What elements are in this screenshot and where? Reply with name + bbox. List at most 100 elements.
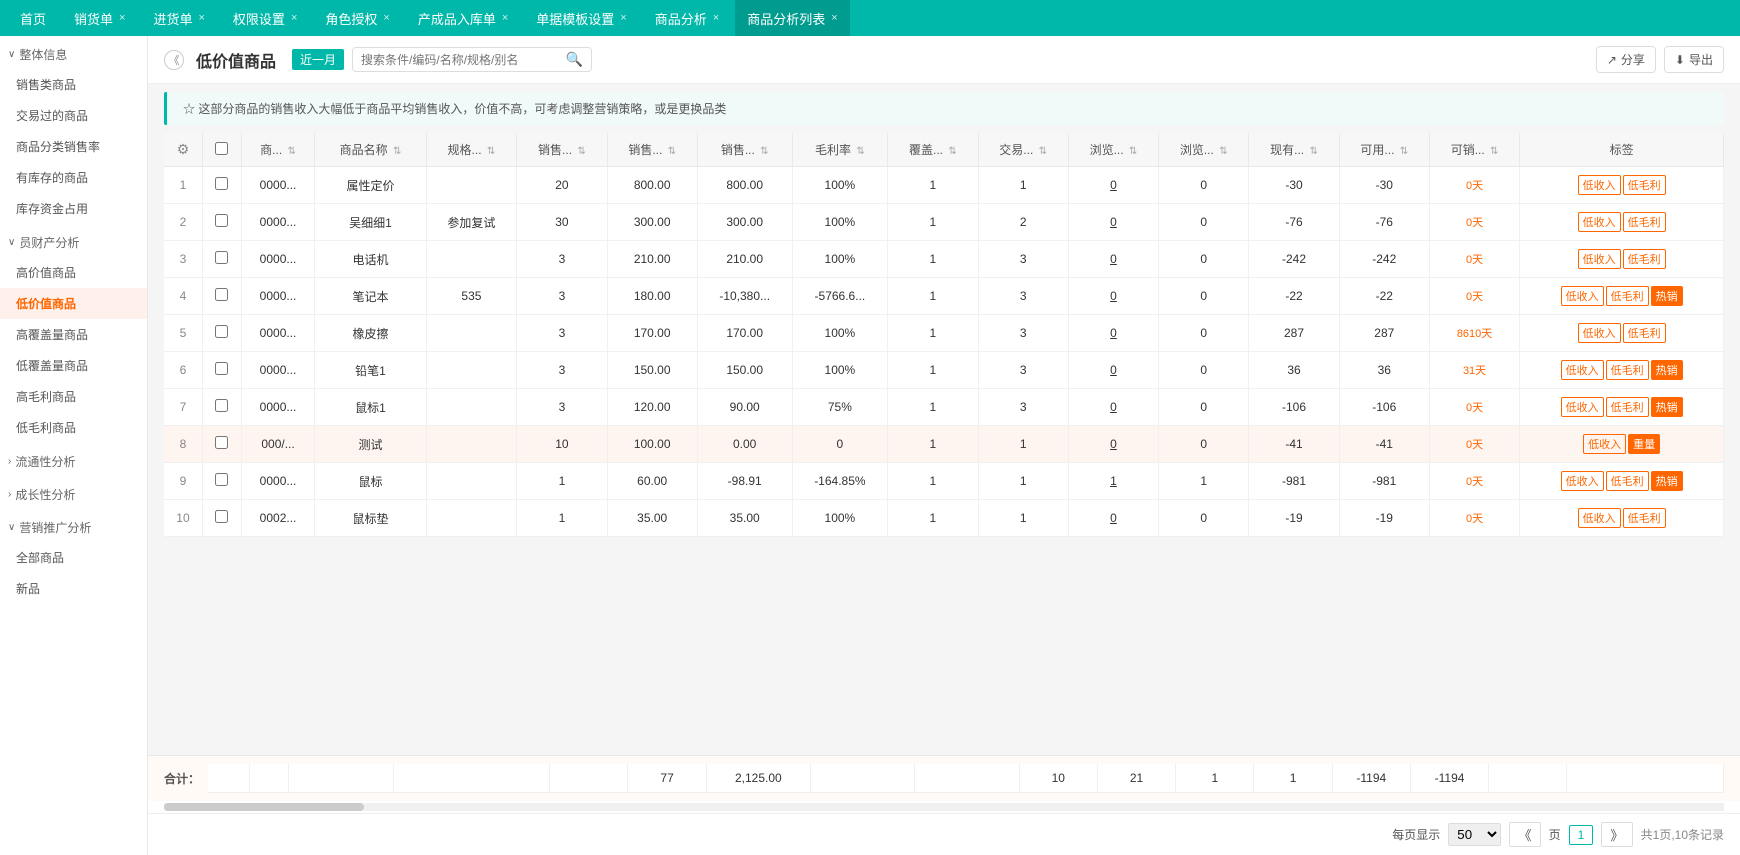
sort-icon[interactable]: ⇅	[577, 146, 585, 157]
col-gear[interactable]: ⚙	[164, 133, 202, 167]
sort-icon[interactable]: ⇅	[393, 146, 401, 157]
row-checkbox[interactable]	[215, 399, 228, 412]
browse-count1[interactable]: 0	[1068, 315, 1158, 352]
row-checkbox[interactable]	[215, 510, 228, 523]
col-gross: 毛利率 ⇅	[792, 133, 888, 167]
filter-tag-recent-month[interactable]: 近一月	[292, 49, 344, 70]
sidebar-item-new-products[interactable]: 新品	[0, 573, 147, 604]
row-checkbox-cell	[202, 315, 241, 352]
sale-qty: 1	[517, 500, 607, 537]
sort-icon[interactable]: ⇅	[856, 146, 864, 157]
select-all-checkbox[interactable]	[215, 142, 228, 155]
sidebar-item-all-products[interactable]: 全部商品	[0, 542, 147, 573]
table-row: 60000...铅笔13150.00150.00100%1300363631天低…	[164, 352, 1724, 389]
nav-home[interactable]: 首页	[8, 0, 58, 36]
nav-purchase-order[interactable]: 进货单 ×	[141, 0, 216, 36]
sidebar-item-high-margin[interactable]: 高毛利商品	[0, 381, 147, 412]
gear-icon[interactable]: ⚙	[177, 141, 190, 157]
sort-icon[interactable]: ⇅	[1490, 146, 1498, 157]
sort-icon[interactable]: ⇅	[1219, 146, 1227, 157]
row-checkbox[interactable]	[215, 473, 228, 486]
browse-count1[interactable]: 0	[1068, 278, 1158, 315]
sidebar-item-stock-capital[interactable]: 库存资金占用	[0, 193, 147, 224]
nav-product-storage[interactable]: 产成品入库单 ×	[406, 0, 520, 36]
saleable-days: 0天	[1429, 241, 1519, 278]
sidebar-section-growth[interactable]: › 成长性分析	[0, 476, 147, 509]
row-checkbox[interactable]	[215, 214, 228, 227]
nav-permissions[interactable]: 权限设置 ×	[221, 0, 309, 36]
page-size-select[interactable]: 50 100	[1448, 823, 1501, 846]
chevron-down-icon: ∨	[8, 49, 15, 60]
browse-count1[interactable]: 0	[1068, 352, 1158, 389]
sidebar-item-low-coverage[interactable]: 低覆盖量商品	[0, 350, 147, 381]
search-input[interactable]	[361, 53, 566, 67]
share-button[interactable]: ↗ 分享	[1596, 46, 1656, 73]
row-checkbox[interactable]	[215, 362, 228, 375]
sidebar-section-marketing[interactable]: ∨ 营销推广分析	[0, 509, 147, 542]
total-trade: 21	[1097, 764, 1175, 793]
sort-icon[interactable]: ⇅	[668, 146, 676, 157]
sort-icon[interactable]: ⇅	[948, 146, 956, 157]
collapse-sidebar-button[interactable]: 《	[164, 50, 184, 70]
product-spec	[426, 241, 517, 278]
prev-page-button[interactable]: 《	[1509, 822, 1540, 847]
sort-icon[interactable]: ⇅	[487, 146, 495, 157]
close-icon[interactable]: ×	[383, 12, 389, 24]
sort-icon[interactable]: ⇅	[1309, 146, 1317, 157]
sort-icon[interactable]: ⇅	[1129, 146, 1137, 157]
close-icon[interactable]: ×	[831, 12, 837, 24]
nav-role-auth[interactable]: 角色授权 ×	[313, 0, 401, 36]
close-icon[interactable]: ×	[502, 12, 508, 24]
close-icon[interactable]: ×	[291, 12, 297, 24]
row-checkbox[interactable]	[215, 251, 228, 264]
sidebar-item-high-value[interactable]: 高价值商品	[0, 257, 147, 288]
close-icon[interactable]: ×	[119, 12, 125, 24]
sidebar-section-overall[interactable]: ∨ 整体信息	[0, 36, 147, 69]
row-checkbox[interactable]	[215, 177, 228, 190]
sidebar-item-in-stock[interactable]: 有库存的商品	[0, 162, 147, 193]
current-page-input[interactable]: 1	[1569, 825, 1594, 845]
row-number: 5	[164, 315, 202, 352]
sidebar-item-sales-category[interactable]: 销售类商品	[0, 69, 147, 100]
close-icon[interactable]: ×	[620, 12, 626, 24]
row-checkbox[interactable]	[215, 325, 228, 338]
browse-count1[interactable]: 0	[1068, 426, 1158, 463]
sort-icon[interactable]: ⇅	[1039, 146, 1047, 157]
row-checkbox[interactable]	[215, 288, 228, 301]
sidebar-item-traded[interactable]: 交易过的商品	[0, 100, 147, 131]
nav-product-analysis[interactable]: 商品分析 ×	[643, 0, 731, 36]
row-checkbox[interactable]	[215, 436, 228, 449]
sort-icon[interactable]: ⇅	[1400, 146, 1408, 157]
sidebar-section-liquidity[interactable]: › 流通性分析	[0, 443, 147, 476]
sale-amount: 180.00	[607, 278, 697, 315]
browse-count1[interactable]: 0	[1068, 204, 1158, 241]
sort-icon[interactable]: ⇅	[760, 146, 768, 157]
browse-count2: 0	[1159, 204, 1249, 241]
col-browse2: 浏览... ⇅	[1159, 133, 1249, 167]
trade-count: 3	[978, 241, 1068, 278]
browse-count1[interactable]: 0	[1068, 389, 1158, 426]
browse-count1[interactable]: 1	[1068, 463, 1158, 500]
sidebar-item-high-coverage[interactable]: 高覆盖量商品	[0, 319, 147, 350]
product-code: 0000...	[241, 463, 315, 500]
gross-rate: -164.85%	[792, 463, 888, 500]
export-button[interactable]: ⬇ 导出	[1664, 46, 1724, 73]
close-icon[interactable]: ×	[713, 12, 719, 24]
table-row: 10000...属性定价20800.00800.00100%1100-30-30…	[164, 167, 1724, 204]
sort-icon[interactable]: ⇅	[288, 146, 296, 157]
nav-product-analysis-list[interactable]: 商品分析列表 ×	[735, 0, 849, 36]
sidebar-item-low-margin[interactable]: 低毛利商品	[0, 412, 147, 443]
next-page-button[interactable]: 》	[1601, 822, 1632, 847]
browse-count1[interactable]: 0	[1068, 500, 1158, 537]
close-icon[interactable]: ×	[198, 12, 204, 24]
sidebar-item-low-value[interactable]: 低价值商品	[0, 288, 147, 319]
horizontal-scrollbar[interactable]	[148, 801, 1740, 813]
sale-qty: 10	[517, 426, 607, 463]
browse-count1[interactable]: 0	[1068, 167, 1158, 204]
sidebar-item-category-rate[interactable]: 商品分类销售率	[0, 131, 147, 162]
browse-count1[interactable]: 0	[1068, 241, 1158, 278]
sidebar-section-asset[interactable]: ∨ 员财产分析	[0, 224, 147, 257]
nav-sales-order[interactable]: 销货单 ×	[62, 0, 137, 36]
nav-template-settings[interactable]: 单据模板设置 ×	[524, 0, 638, 36]
search-icon[interactable]: 🔍	[566, 51, 583, 68]
